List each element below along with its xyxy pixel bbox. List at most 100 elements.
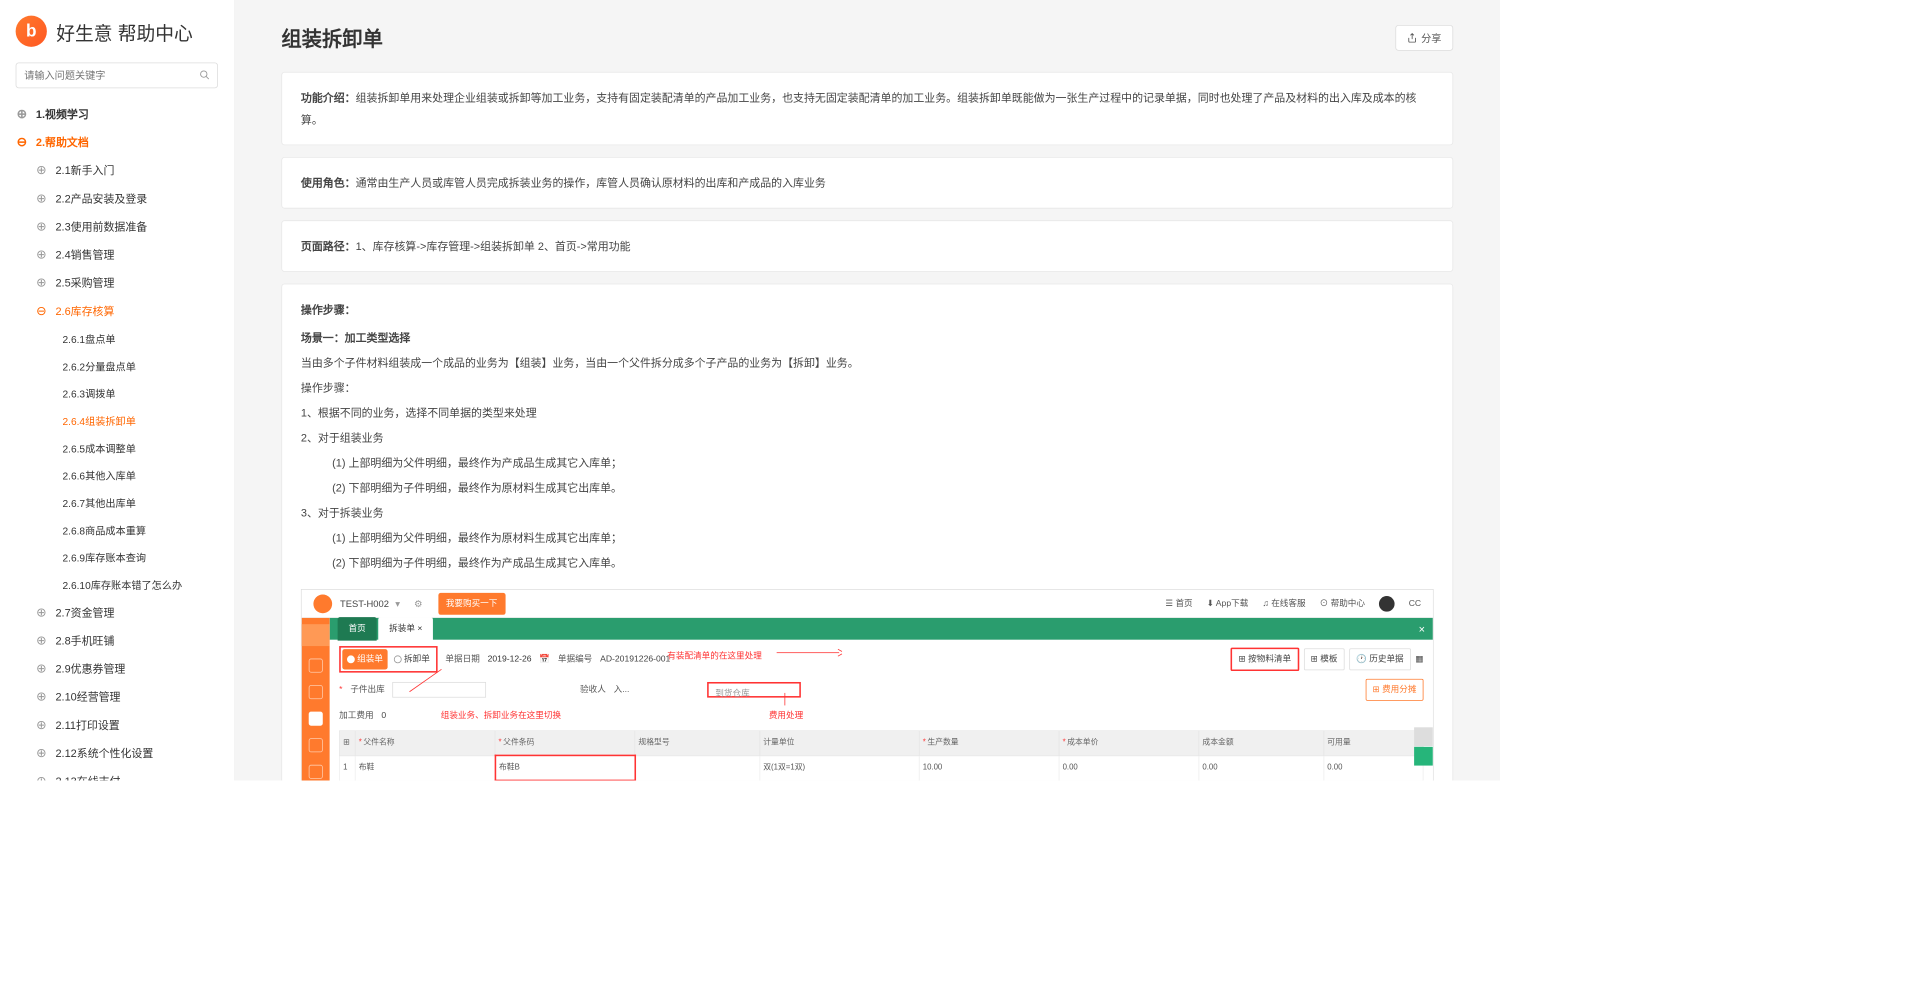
shot-tabs: 首页 拆装单 × × (330, 618, 1433, 640)
nav-item-2-10[interactable]: ⊕2.10经营管理 (0, 683, 234, 711)
embedded-screenshot: TEST-H002 ▾ ⚙ 我要购买一下 ☰ 首页 ⬇ App下载 ♫ 在线客服… (301, 589, 1434, 780)
shot-proc-cost-value: 0 (381, 707, 386, 724)
brand-text: 好生意 帮助中心 (56, 18, 192, 45)
shot-dest-input: 到货仓库 (707, 682, 801, 698)
shot-user: TEST-H002 (340, 594, 389, 613)
shot-outstock-label: 子件出库 (350, 681, 384, 698)
step-2: 2、对于组装业务 (301, 427, 1434, 449)
nav-item-2-12[interactable]: ⊕2.12系统个性化设置 (0, 739, 234, 767)
shot-tab-assembly: 拆装单 × (378, 617, 433, 640)
card-path: 页面路径：1、库存核算->库存管理->组装拆卸单 2、首页->常用功能 (281, 220, 1453, 272)
nav-item-2-6-10[interactable]: 2.6.10库存账本错了怎么办 (0, 571, 234, 598)
rail-icon (309, 712, 323, 726)
nav-item-2-6-2[interactable]: 2.6.2分量盘点单 (0, 352, 234, 379)
nav-item-2-6-8[interactable]: 2.6.8商品成本重算 (0, 516, 234, 543)
scenario-desc: 当由多个子件材料组装成一个成品的业务为【组装】业务，当由一个父件拆分成多个子产品… (301, 352, 1434, 374)
shot-topbar: TEST-H002 ▾ ⚙ 我要购买一下 ☰ 首页 ⬇ App下载 ♫ 在线客服… (302, 590, 1433, 618)
nav-item-2-6-7[interactable]: 2.6.7其他出库单 (0, 489, 234, 516)
shot-help-link: ⊙ 帮助中心 (1319, 595, 1364, 612)
step-3-1: (1) 上部明细为父件明细，最终作为原材料生成其它出库单； (301, 527, 1434, 549)
share-button[interactable]: 分享 (1395, 25, 1453, 51)
th-spec: 规格型号 (635, 731, 760, 756)
rail-home-icon (302, 624, 330, 646)
nav-item-2-6-6[interactable]: 2.6.6其他入库单 (0, 462, 234, 489)
minus-icon: ⊖ (35, 305, 47, 317)
card-path-label: 页面路径： (301, 240, 356, 252)
shot-inspector-label: 验收人 (580, 681, 606, 698)
nav-item-video[interactable]: ⊕1.视频学习 (0, 100, 234, 128)
shot-btn-material: ⊞ 按物料清单 (1231, 648, 1299, 671)
gear-icon: ⚙ (414, 594, 422, 613)
nav-item-2-1[interactable]: ⊕2.1新手入门 (0, 156, 234, 184)
shot-btn-template: ⊞ 模板 (1303, 648, 1344, 670)
nav-item-2-13[interactable]: ⊕2.13在线支付 (0, 767, 234, 780)
shot-date-label: 单据日期 (445, 651, 479, 668)
shot-outstock-input (392, 682, 486, 698)
th-parent-name: 父件名称 (355, 731, 495, 756)
shot-doc-label: 单据编号 (558, 651, 592, 668)
nav-item-2-6-1[interactable]: 2.6.1盘点单 (0, 325, 234, 352)
shot-btn-history: 🕐 历史单据 (1349, 648, 1411, 670)
plus-icon: ⊕ (35, 634, 47, 646)
shot-buy-button: 我要购买一下 (438, 593, 505, 615)
toolbar-icon (1414, 747, 1433, 766)
shot-proc-cost-label: 加工费用 (339, 707, 373, 724)
nav-item-2-4[interactable]: ⊕2.4销售管理 (0, 241, 234, 269)
sidebar: b 好生意 帮助中心 ⊕1.视频学习 ⊖2.帮助文档 ⊕2.1新手入门 ⊕2.2… (0, 0, 234, 780)
card-function-text: 组装拆卸单用来处理企业组装或拆卸等加工业务，支持有固定装配清单的产品加工业务，也… (301, 91, 1417, 125)
steps-title: 操作步骤： (301, 298, 1434, 320)
step-2-1: (1) 上部明细为父件明细，最终作为产成品生成其它入库单； (301, 452, 1434, 474)
step-3-2: (2) 下部明细为子件明细，最终作为产成品生成其它入库单。 (301, 552, 1434, 574)
th-index: ⊞ (339, 731, 355, 756)
nav-item-docs[interactable]: ⊖2.帮助文档 (0, 128, 234, 156)
nav-item-2-6-3[interactable]: 2.6.3调拨单 (0, 380, 234, 407)
rail-icon (309, 685, 323, 699)
nav-item-2-6[interactable]: ⊖2.6库存核算 (0, 297, 234, 325)
nav-item-2-2[interactable]: ⊕2.2产品安装及登录 (0, 184, 234, 212)
shot-parent-table: ⊞ 父件名称 父件条码 规格型号 计量单位 生产数量 成本单价 成本金额 可用量 (339, 730, 1423, 780)
nav-item-2-5[interactable]: ⊕2.5采购管理 (0, 269, 234, 297)
plus-icon: ⊕ (35, 164, 47, 176)
step-2-2: (2) 下部明细为子件明细，最终作为原材料生成其它出库单。 (301, 477, 1434, 499)
shot-radio-group: 组装单 拆卸单 (339, 646, 437, 673)
card-role: 使用角色：通常由生产人员或库管人员完成拆装业务的操作，库管人员确认原材料的出库和… (281, 157, 1453, 209)
nav-item-2-9[interactable]: ⊕2.9优惠券管理 (0, 655, 234, 683)
plus-icon: ⊕ (35, 606, 47, 618)
rail-icon (309, 765, 323, 779)
shot-radio-assembly: 组装单 (342, 649, 387, 669)
nav-item-2-11[interactable]: ⊕2.11打印设置 (0, 711, 234, 739)
grid-icon: ▦ (1415, 651, 1423, 668)
shot-btn-fee: ⊞ 费用分摊 (1365, 679, 1423, 701)
shot-date-value: 2019-12-26 (487, 651, 531, 668)
shot-form: 组装单 拆卸单 单据日期 2019-12-26 📅 单据编号 AD-201912… (330, 640, 1433, 781)
calendar-icon: 📅 (539, 651, 550, 668)
nav-item-2-6-5[interactable]: 2.6.5成本调整单 (0, 434, 234, 461)
nav-item-2-3[interactable]: ⊕2.3使用前数据准备 (0, 212, 234, 240)
th-amount: 成本金额 (1199, 731, 1324, 756)
nav-item-2-7[interactable]: ⊕2.7资金管理 (0, 598, 234, 626)
search-input[interactable] (16, 62, 218, 88)
th-avail: 可用量 (1324, 731, 1423, 756)
rail-icon (309, 738, 323, 752)
table-row: 1 布鞋 布鞋B 双(1双=1双) 10.00 0.00 0.00 0.00 (339, 755, 1423, 780)
close-icon: × (1419, 618, 1425, 640)
search-icon[interactable] (199, 70, 210, 83)
plus-icon: ⊕ (35, 220, 47, 232)
annotation-material: 有装配清单的在这里处理 (667, 648, 762, 665)
plus-icon: ⊕ (35, 719, 47, 731)
shot-instock-label: 入... (613, 681, 629, 698)
shot-app-link: ⬇ App下载 (1207, 595, 1249, 612)
shot-side-toolbar (1414, 727, 1433, 766)
nav-tree: ⊕1.视频学习 ⊖2.帮助文档 ⊕2.1新手入门 ⊕2.2产品安装及登录 ⊕2.… (0, 100, 234, 780)
plus-icon: ⊕ (35, 747, 47, 759)
nav-item-2-8[interactable]: ⊕2.8手机旺铺 (0, 627, 234, 655)
brand: b 好生意 帮助中心 (0, 16, 234, 63)
plus-icon: ⊕ (35, 192, 47, 204)
nav-item-2-6-4[interactable]: 2.6.4组装拆卸单 (0, 407, 234, 434)
plus-icon: ⊕ (35, 691, 47, 703)
shot-msg-link: ♫ 在线客服 (1262, 595, 1305, 612)
nav-item-2-6-9[interactable]: 2.6.9库存账本查询 (0, 544, 234, 571)
th-price: 成本单价 (1059, 731, 1199, 756)
shot-avatar-icon (1379, 596, 1395, 612)
page-title: 组装拆卸单 (281, 23, 383, 52)
